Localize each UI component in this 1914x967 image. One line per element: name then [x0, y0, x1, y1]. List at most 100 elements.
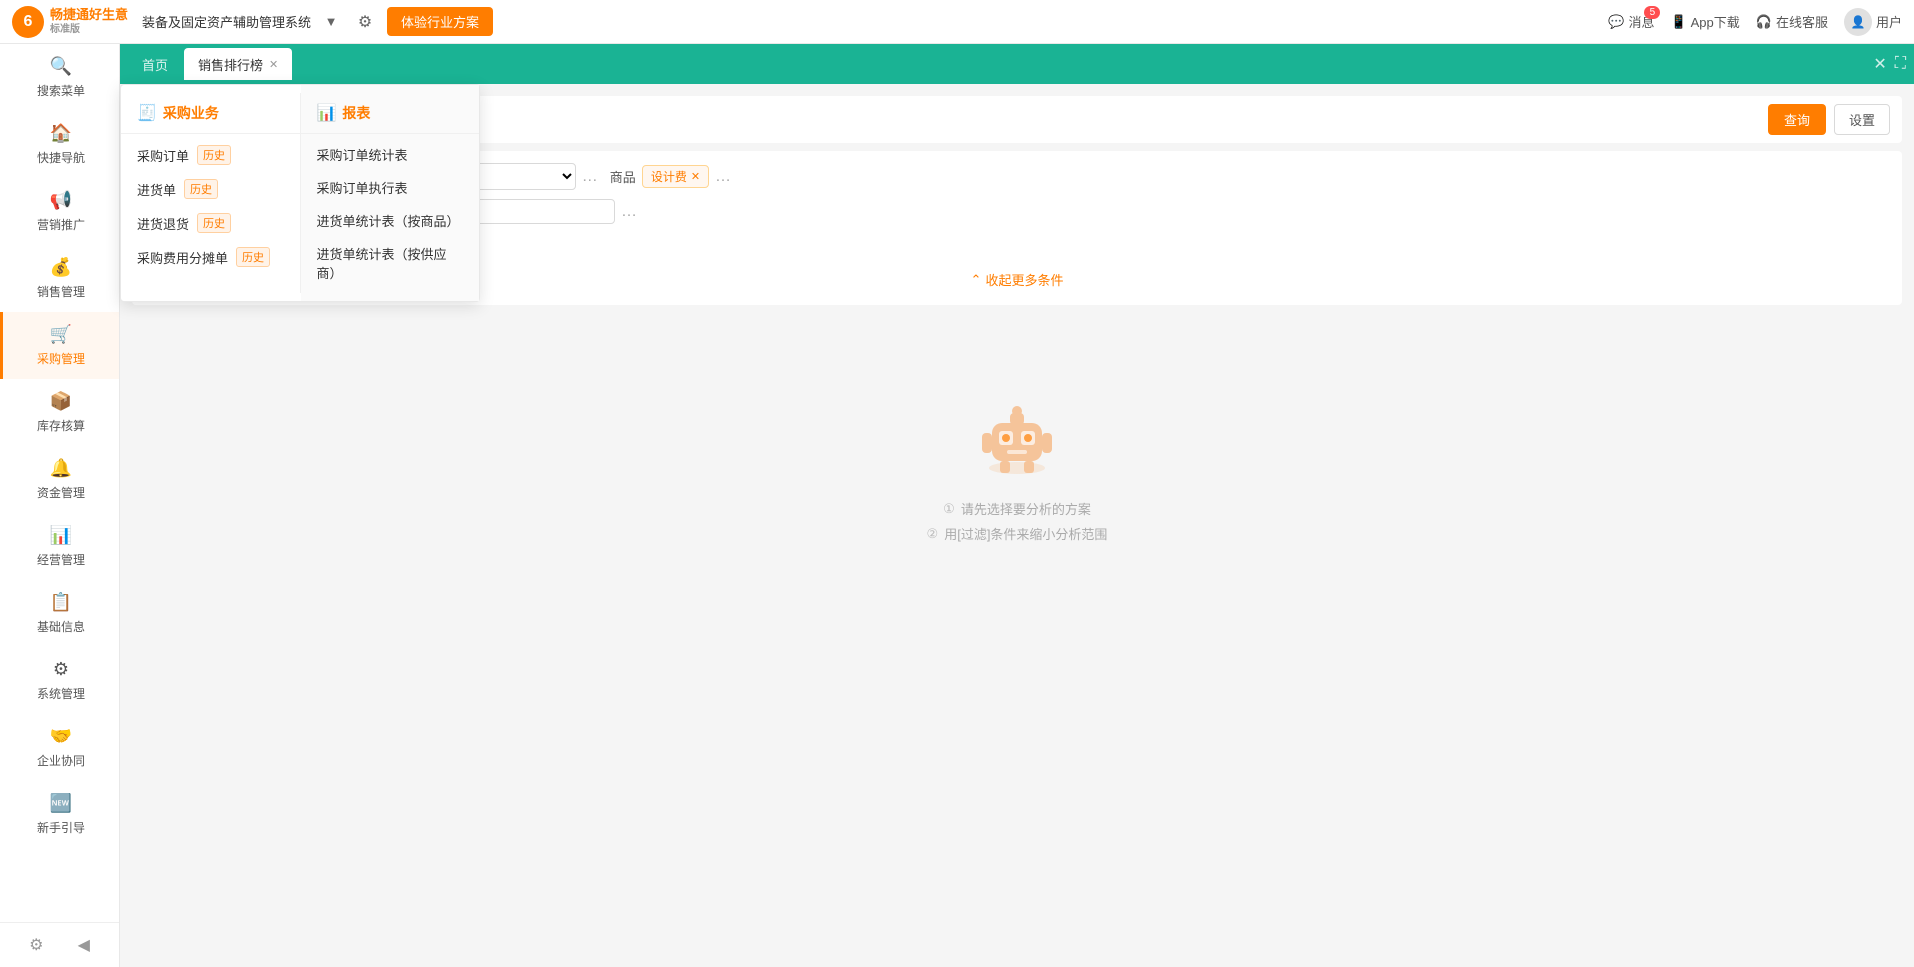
header-right: 💬 5 消息 📱 App下载 🎧 在线客服 👤 用户	[1608, 8, 1902, 36]
toolbar-right: 查询 设置	[1768, 104, 1890, 135]
report-section-label: 报表	[342, 103, 370, 123]
header-middle: 装备及固定资产辅助管理系统 ▼ ⚙ 体验行业方案	[132, 7, 1608, 36]
goods-tag-close[interactable]: ✕	[691, 170, 700, 183]
sidebar-item-enterprise[interactable]: 🤝 企业协同	[0, 714, 119, 781]
user-area[interactable]: 👤 用户	[1844, 8, 1902, 36]
sidebar-item-purchase[interactable]: 🛒 采购管理	[0, 312, 119, 379]
purchase-order-history: 历史	[197, 145, 231, 165]
sidebar-item-quick-nav[interactable]: 🏠 快捷导航	[0, 111, 119, 178]
inbound-by-goods-label: 进货单统计表（按商品）	[317, 211, 460, 230]
header-settings-btn[interactable]: ⚙	[351, 8, 379, 36]
tab-sales-rank[interactable]: 销售排行榜 ✕	[184, 48, 292, 80]
sidebar-item-search[interactable]: 🔍 搜索菜单	[0, 44, 119, 111]
message-btn[interactable]: 💬 5 消息	[1608, 12, 1654, 31]
chart-icon: 📊	[50, 525, 72, 546]
sidebar-item-inventory-label: 库存核算	[37, 417, 85, 434]
dropdown-item-purchase-order[interactable]: 采购订单 历史	[121, 138, 300, 172]
sidebar-item-finance-label: 资金管理	[37, 484, 85, 501]
empty-hint-1: ① 请先选择要分析的方案	[943, 499, 1091, 518]
report-section-title: 📊 报表	[301, 97, 480, 129]
tab-expand-btn[interactable]: ⛶	[1895, 55, 1906, 73]
tab-home-label: 首页	[142, 55, 168, 74]
online-service-btn[interactable]: 🎧 在线客服	[1756, 12, 1828, 31]
search-icon: 🔍	[50, 56, 72, 77]
money-icon: 💰	[50, 257, 72, 278]
settings-btn[interactable]: 设置	[1834, 104, 1890, 135]
collapse-label: 收起更多条件	[985, 270, 1063, 289]
logo-area: 6 畅捷通好生意 标准版	[12, 6, 132, 38]
report-section-icon: 📊	[317, 103, 337, 123]
logo-main: 畅捷通好生意	[50, 7, 128, 24]
sidebar-item-inventory[interactable]: 📦 库存核算	[0, 379, 119, 446]
system-dropdown-btn[interactable]: ▼	[319, 10, 343, 34]
sidebar: 🔍 搜索菜单 🏠 快捷导航 📢 营销推广 💰 销售管理 🛒 采购管理 📦 库存核…	[0, 44, 120, 967]
industry-btn[interactable]: 体验行业方案	[387, 7, 493, 36]
salesman-more-btn[interactable]: …	[621, 203, 637, 221]
purchase-order-label: 采购订单	[137, 146, 189, 165]
dropdown-item-inbound-by-goods[interactable]: 进货单统计表（按商品）	[301, 204, 480, 237]
sidebar-item-sales-label: 销售管理	[37, 283, 85, 300]
empty-hint-2: ② 用[过滤]条件来缩小分析范围	[927, 524, 1108, 543]
po-stats-label: 采购订单统计表	[317, 145, 408, 164]
app-download-btn[interactable]: 📱 App下载	[1670, 12, 1739, 31]
status-more-btn[interactable]: …	[582, 168, 598, 186]
dropdown-item-return[interactable]: 进货退货 历史	[121, 206, 300, 240]
phone-icon: 📱	[1670, 14, 1686, 30]
sidebar-item-basic-info[interactable]: 📋 基础信息	[0, 580, 119, 647]
empty-state: ① 请先选择要分析的方案 ② 用[过滤]条件来缩小分析范围	[132, 313, 1902, 623]
goods-more-btn[interactable]: …	[715, 168, 731, 186]
user-avatar: 👤	[1844, 8, 1872, 36]
box-icon: 📦	[50, 391, 72, 412]
message-badge: 5	[1644, 6, 1660, 19]
message-icon: 💬	[1608, 14, 1624, 30]
top-header: 6 畅捷通好生意 标准版 装备及固定资产辅助管理系统 ▼ ⚙ 体验行业方案 💬 …	[0, 0, 1914, 44]
app-download-label: App下载	[1691, 12, 1740, 31]
sidebar-footer: ⚙ ◀	[0, 922, 119, 967]
headset-icon: 🎧	[1756, 14, 1772, 30]
goods-tag: 设计费 ✕	[642, 165, 709, 188]
collapse-btn[interactable]: ⌃ 收起更多条件	[971, 270, 1064, 289]
bell-icon: 🔔	[50, 458, 72, 479]
sidebar-item-system[interactable]: ⚙ 系统管理	[0, 647, 119, 714]
dropdown-item-inbound[interactable]: 进货单 历史	[121, 172, 300, 206]
handshake-icon: 🤝	[50, 726, 72, 747]
expense-label: 采购费用分摊单	[137, 248, 228, 267]
po-exec-label: 采购订单执行表	[317, 178, 408, 197]
megaphone-icon: 📢	[50, 190, 72, 211]
query-btn[interactable]: 查询	[1768, 104, 1826, 135]
online-service-label: 在线客服	[1776, 12, 1828, 31]
logo-sub: 标准版	[50, 23, 128, 36]
purchase-section-icon: 🧾	[137, 103, 157, 123]
tab-home[interactable]: 首页	[128, 48, 182, 80]
sidebar-item-sales[interactable]: 💰 销售管理	[0, 245, 119, 312]
tab-bar-right: ✕ ⛶	[1873, 54, 1906, 74]
sidebar-item-marketing-label: 营销推广	[37, 216, 85, 233]
sidebar-settings-btn[interactable]: ⚙	[29, 935, 43, 955]
return-history: 历史	[197, 213, 231, 233]
logo-icon: 6	[12, 6, 44, 38]
filter-goods: 商品 设计费 ✕ …	[610, 165, 731, 188]
purchase-section-label: 采购业务	[163, 103, 219, 123]
sidebar-item-guide-label: 新手引导	[37, 819, 85, 836]
sidebar-item-finance[interactable]: 🔔 资金管理	[0, 446, 119, 513]
new-icon: 🆕	[50, 793, 72, 814]
sidebar-item-marketing[interactable]: 📢 营销推广	[0, 178, 119, 245]
dropdown-item-po-exec[interactable]: 采购订单执行表	[301, 171, 480, 204]
logo-text: 畅捷通好生意 标准版	[50, 7, 128, 37]
sidebar-item-operation[interactable]: 📊 经营管理	[0, 513, 119, 580]
tab-sales-rank-label: 销售排行榜	[198, 55, 263, 74]
dropdown-item-inbound-by-supplier[interactable]: 进货单统计表（按供应商）	[301, 237, 480, 289]
user-label: 用户	[1876, 12, 1902, 31]
goods-tag-text: 设计费	[651, 168, 687, 185]
inbound-history: 历史	[184, 179, 218, 199]
inbound-by-supplier-label: 进货单统计表（按供应商）	[317, 244, 464, 282]
sidebar-collapse-btn[interactable]: ◀	[78, 935, 90, 955]
sidebar-item-guide[interactable]: 🆕 新手引导	[0, 781, 119, 848]
dropdown-item-po-stats[interactable]: 采购订单统计表	[301, 138, 480, 171]
list-icon: 📋	[50, 592, 72, 613]
dropdown-item-expense[interactable]: 采购费用分摊单 历史	[121, 240, 300, 274]
tab-close-all-btn[interactable]: ✕	[1873, 54, 1886, 74]
sidebar-item-basic-info-label: 基础信息	[37, 618, 85, 635]
tab-close-btn[interactable]: ✕	[269, 58, 278, 71]
sidebar-item-purchase-label: 采购管理	[37, 350, 85, 367]
